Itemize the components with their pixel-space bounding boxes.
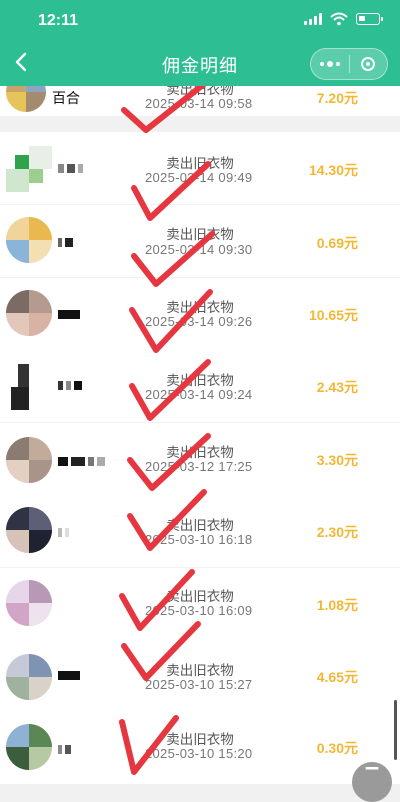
masked-nickname [58, 164, 83, 173]
record-description: 卖出旧衣物 [166, 589, 234, 604]
record-amount: 2.30元 [316, 524, 358, 540]
status-icons [304, 12, 383, 26]
record-time: 2025-03-10 16:09 [145, 603, 253, 618]
record-amount: 2.43元 [316, 379, 358, 395]
commission-row[interactable]: 卖出旧衣物 2025-03-10 15:27 4.65元 [0, 640, 400, 712]
user-nickname: 百合 [52, 90, 80, 106]
signal-icon [304, 13, 322, 25]
masked-nickname [58, 381, 82, 390]
masked-nickname [58, 457, 105, 466]
record-time: 2025-03-14 09:30 [145, 242, 253, 257]
user-avatar [6, 217, 52, 263]
commission-row[interactable]: 卖出旧衣物 2025-03-14 09:26 10.65元 [0, 278, 400, 350]
user-avatar [6, 437, 52, 483]
record-description: 卖出旧衣物 [166, 518, 234, 533]
record-description: 卖出旧衣物 [166, 227, 234, 242]
miniprogram-capsule [310, 48, 388, 80]
record-amount: 14.30元 [308, 162, 358, 178]
wifi-icon [330, 12, 348, 26]
record-time: 2025-03-10 15:20 [145, 746, 253, 761]
status-time: 12:11 [38, 12, 79, 29]
record-time: 2025-03-10 16:18 [145, 532, 253, 547]
user-avatar [6, 146, 52, 192]
masked-nickname [58, 310, 80, 319]
commission-row[interactable]: 卖出旧衣物 2025-03-14 09:24 2.43元 [0, 350, 400, 422]
commission-row[interactable]: 卖出旧衣物 2025-03-10 16:09 1.08元 [0, 568, 400, 640]
battery-icon [356, 13, 383, 25]
masked-nickname [58, 671, 80, 680]
record-description: 卖出旧衣物 [166, 445, 234, 460]
more-dots-icon[interactable] [311, 61, 349, 67]
user-avatar [6, 290, 52, 336]
user-avatar [6, 507, 52, 553]
masked-nickname [58, 528, 69, 537]
record-description: 卖出旧衣物 [166, 732, 234, 747]
record-time: 2025-03-14 09:24 [145, 387, 253, 402]
record-amount: 4.65元 [316, 669, 358, 685]
record-amount: 0.69元 [316, 235, 358, 251]
record-amount: 3.30元 [316, 452, 358, 468]
record-amount: 7.20元 [316, 90, 358, 106]
commission-row[interactable]: 卖出旧衣物 2025-03-14 09:30 0.69元 [0, 205, 400, 277]
app-header: 12:11 佣金明细 [0, 0, 400, 86]
scroll-to-top-button[interactable]: ▔ [352, 762, 392, 802]
record-time: 2025-03-14 09:49 [145, 170, 253, 185]
user-avatar [6, 580, 52, 626]
commission-row[interactable]: 卖出旧衣物 2025-03-12 17:25 3.30元 [0, 423, 400, 495]
commission-row[interactable]: 卖出旧衣物 2025-03-14 09:49 14.30元 [0, 132, 400, 204]
commission-row[interactable]: 卖出旧衣物 2025-03-10 15:20 0.30元 [0, 712, 400, 784]
user-avatar [6, 364, 52, 410]
record-amount: 1.08元 [316, 597, 358, 613]
record-time: 2025-03-12 17:25 [145, 459, 253, 474]
user-avatar [6, 654, 52, 700]
target-close-icon[interactable] [349, 57, 387, 71]
record-amount: 10.65元 [308, 307, 358, 323]
record-description: 卖出旧衣物 [166, 373, 234, 388]
user-avatar [6, 724, 52, 770]
record-time: 2025-03-10 15:27 [145, 677, 253, 692]
masked-nickname [58, 745, 71, 754]
scrollbar[interactable] [394, 700, 397, 760]
record-description: 卖出旧衣物 [166, 663, 234, 678]
commission-list: 百合 卖出旧衣物 2025-03-14 09:58 7.20元 卖出旧衣物 20… [0, 0, 400, 784]
commission-row[interactable]: 卖出旧衣物 2025-03-10 16:18 2.30元 [0, 495, 400, 567]
record-time: 2025-03-14 09:26 [145, 314, 253, 329]
masked-nickname [58, 238, 73, 247]
record-amount: 0.30元 [316, 740, 358, 756]
record-description: 卖出旧衣物 [166, 156, 234, 171]
record-description: 卖出旧衣物 [166, 300, 234, 315]
record-time: 2025-03-14 09:58 [145, 96, 253, 111]
